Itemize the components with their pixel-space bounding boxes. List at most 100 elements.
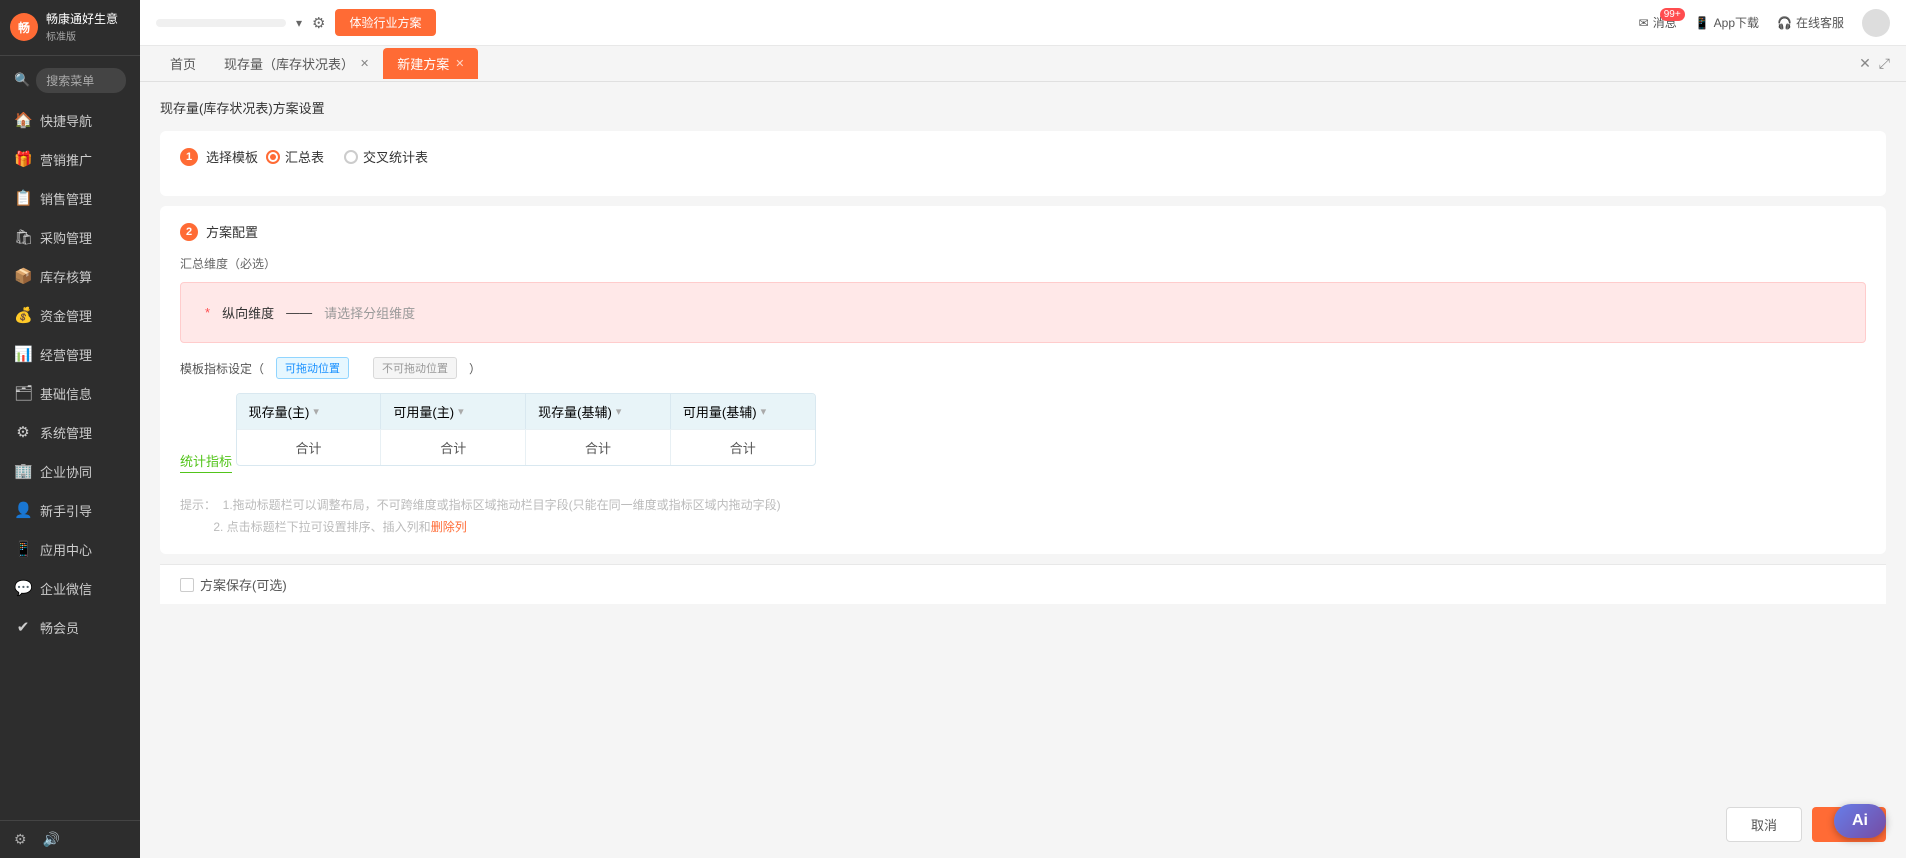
tab-home[interactable]: 首页	[156, 48, 210, 79]
app-name: 畅康通好生意	[46, 12, 118, 28]
content-area: 现存量(库存状况表)方案设置 1 选择模板 汇总表 交叉统计表	[140, 82, 1906, 858]
section-choose-template: 1 选择模板 汇总表 交叉统计表	[160, 131, 1886, 196]
col1-dropdown-icon[interactable]: ▾	[313, 405, 319, 418]
sidebar-item-label: 畅会员	[40, 618, 79, 637]
sound-icon[interactable]: 🔊	[43, 831, 60, 848]
sidebar-item-wechat[interactable]: 💬 企业微信	[0, 569, 140, 608]
sidebar-item-label: 快捷导航	[40, 111, 92, 130]
sidebar-item-label: 应用中心	[40, 540, 92, 559]
folder-icon: 🗂	[14, 384, 32, 402]
sidebar-item-member[interactable]: ✔ 畅会员	[0, 608, 140, 647]
online-service-link[interactable]: 🎧 在线客服	[1777, 14, 1844, 31]
person-icon: 👤	[14, 501, 32, 519]
chart-icon: 📊	[14, 345, 32, 363]
search-input[interactable]: 搜索菜单	[36, 68, 126, 93]
summary-radio[interactable]	[266, 150, 280, 164]
inventory-tab-label: 现存量（库存状况表）	[224, 54, 354, 73]
tab-new-plan[interactable]: 新建方案 ✕	[383, 48, 478, 79]
home-tab-label: 首页	[170, 54, 196, 73]
stats-table-body: 合计 合计 合计 合计	[237, 429, 815, 465]
bag-icon: 🛍	[14, 228, 32, 246]
headset-icon: 🎧	[1777, 16, 1792, 30]
template-options: 汇总表 交叉统计表	[266, 147, 428, 166]
required-mark: *	[205, 305, 210, 320]
summary-table-option[interactable]: 汇总表	[266, 147, 324, 166]
sidebar-item-enterprise[interactable]: 🏢 企业协同	[0, 452, 140, 491]
app-download-link[interactable]: 📱 App下载	[1695, 14, 1759, 31]
stats-col-3: 现存量(基辅) ▾	[526, 394, 671, 429]
message-count: 99+	[1660, 8, 1685, 21]
sidebar-item-basic-info[interactable]: 🗂 基础信息	[0, 374, 140, 413]
ai-fab-button[interactable]: Ai	[1834, 804, 1886, 838]
dimension-box[interactable]: * 纵向维度 —— 请选择分组维度	[180, 282, 1866, 343]
dimension-label: 汇总维度（必选）	[180, 255, 1866, 272]
sidebar-item-label: 企业微信	[40, 579, 92, 598]
save-checkbox[interactable]	[180, 578, 194, 592]
stats-col-2: 可用量(主) ▾	[381, 394, 526, 429]
sidebar-item-sales[interactable]: 📋 销售管理	[0, 179, 140, 218]
tabbar: 首页 现存量（库存状况表） ✕ 新建方案 ✕ ✕ ⤢	[140, 46, 1906, 82]
col1-label: 现存量(主)	[249, 402, 310, 421]
sidebar-item-label: 库存核算	[40, 267, 92, 286]
sidebar-footer: ⚙ 🔊	[0, 820, 140, 858]
cancel-button[interactable]: 取消	[1726, 807, 1802, 842]
close-panel-icon[interactable]: ✕	[1859, 55, 1871, 72]
sidebar-item-marketing[interactable]: 🎁 营销推广	[0, 140, 140, 179]
sidebar-nav: 🔍 搜索菜单 🏠 快捷导航 🎁 营销推广 📋 销售管理 🛍 采购管理 📦 库存核…	[0, 56, 140, 820]
mobile-icon: 📱	[14, 540, 32, 558]
sidebar-item-app-center[interactable]: 📱 应用中心	[0, 530, 140, 569]
sidebar-search[interactable]: 🔍 搜索菜单	[0, 60, 140, 101]
sidebar: 畅 畅康通好生意 标准版 🔍 搜索菜单 🏠 快捷导航 🎁 营销推广 📋 销售管理…	[0, 0, 140, 858]
stats-section: 统计指标 现存量(主) ▾ 可用量(主) ▾ 现存量(基辅)	[180, 393, 1866, 481]
home-icon: 🏠	[14, 111, 32, 129]
col2-dropdown-icon[interactable]: ▾	[458, 405, 464, 418]
cross-table-option[interactable]: 交叉统计表	[344, 147, 428, 166]
step1-badge: 1	[180, 148, 198, 166]
sidebar-item-guide[interactable]: 👤 新手引导	[0, 491, 140, 530]
new-plan-tab-label: 新建方案	[397, 54, 449, 73]
sidebar-item-system[interactable]: ⚙ 系统管理	[0, 413, 140, 452]
sidebar-item-inventory[interactable]: 📦 库存核算	[0, 257, 140, 296]
ai-fab-label: Ai	[1852, 812, 1868, 830]
phone-icon: 📱	[1695, 16, 1710, 30]
settings-icon[interactable]: ⚙	[14, 831, 27, 848]
sidebar-item-label: 销售管理	[40, 189, 92, 208]
step1-title: 选择模板	[206, 147, 258, 166]
sidebar-item-quick-nav[interactable]: 🏠 快捷导航	[0, 101, 140, 140]
new-plan-tab-close-icon[interactable]: ✕	[455, 57, 464, 70]
tab-inventory[interactable]: 现存量（库存状况表） ✕	[210, 48, 383, 79]
col4-dropdown-icon[interactable]: ▾	[761, 405, 767, 418]
tabbar-actions: ✕ ⤢	[1859, 55, 1890, 72]
cell-1-3: 合计	[526, 430, 671, 465]
topbar-dropdown[interactable]: ▾	[296, 16, 302, 30]
topbar-gear-icon[interactable]: ⚙	[312, 14, 325, 32]
col3-dropdown-icon[interactable]: ▾	[616, 405, 622, 418]
delete-col-link[interactable]: 删除列	[431, 520, 467, 534]
user-avatar[interactable]	[1862, 9, 1890, 37]
stats-table: 现存量(主) ▾ 可用量(主) ▾ 现存量(基辅) ▾ 可用量(基辅)	[236, 393, 816, 466]
col2-label: 可用量(主)	[393, 402, 454, 421]
cross-radio[interactable]	[344, 150, 358, 164]
footer-save-option: 方案保存(可选)	[160, 564, 1886, 604]
industry-plan-button[interactable]: 体验行业方案	[335, 9, 435, 36]
indicator-setting-prefix: 模板指标设定（	[180, 360, 264, 377]
sidebar-item-operation[interactable]: 📊 经营管理	[0, 335, 140, 374]
cell-1-2: 合计	[381, 430, 526, 465]
tip2: 2. 点击标题栏下拉可设置排序、插入列和删除列	[180, 517, 1866, 539]
messages-badge[interactable]: ✉ 消息 99+	[1639, 14, 1677, 31]
draggable-tag: 可拖动位置	[276, 357, 349, 379]
money-icon: 💰	[14, 306, 32, 324]
sidebar-item-finance[interactable]: 💰 资金管理	[0, 296, 140, 335]
page-title: 现存量(库存状况表)方案设置	[160, 98, 1886, 117]
sidebar-item-label: 基础信息	[40, 384, 92, 403]
sidebar-logo: 畅 畅康通好生意 标准版	[0, 0, 140, 56]
expand-icon[interactable]: ⤢	[1879, 55, 1890, 72]
inventory-tab-close-icon[interactable]: ✕	[360, 57, 369, 70]
dimension-placeholder: 请选择分组维度	[324, 303, 415, 322]
sidebar-item-purchase[interactable]: 🛍 采购管理	[0, 218, 140, 257]
save-option-label[interactable]: 方案保存(可选)	[180, 575, 1866, 594]
box-icon: 📦	[14, 267, 32, 285]
stats-col-1: 现存量(主) ▾	[237, 394, 382, 429]
dimension-name: 纵向维度	[222, 303, 274, 322]
table-row: 合计 合计 合计 合计	[237, 429, 815, 465]
